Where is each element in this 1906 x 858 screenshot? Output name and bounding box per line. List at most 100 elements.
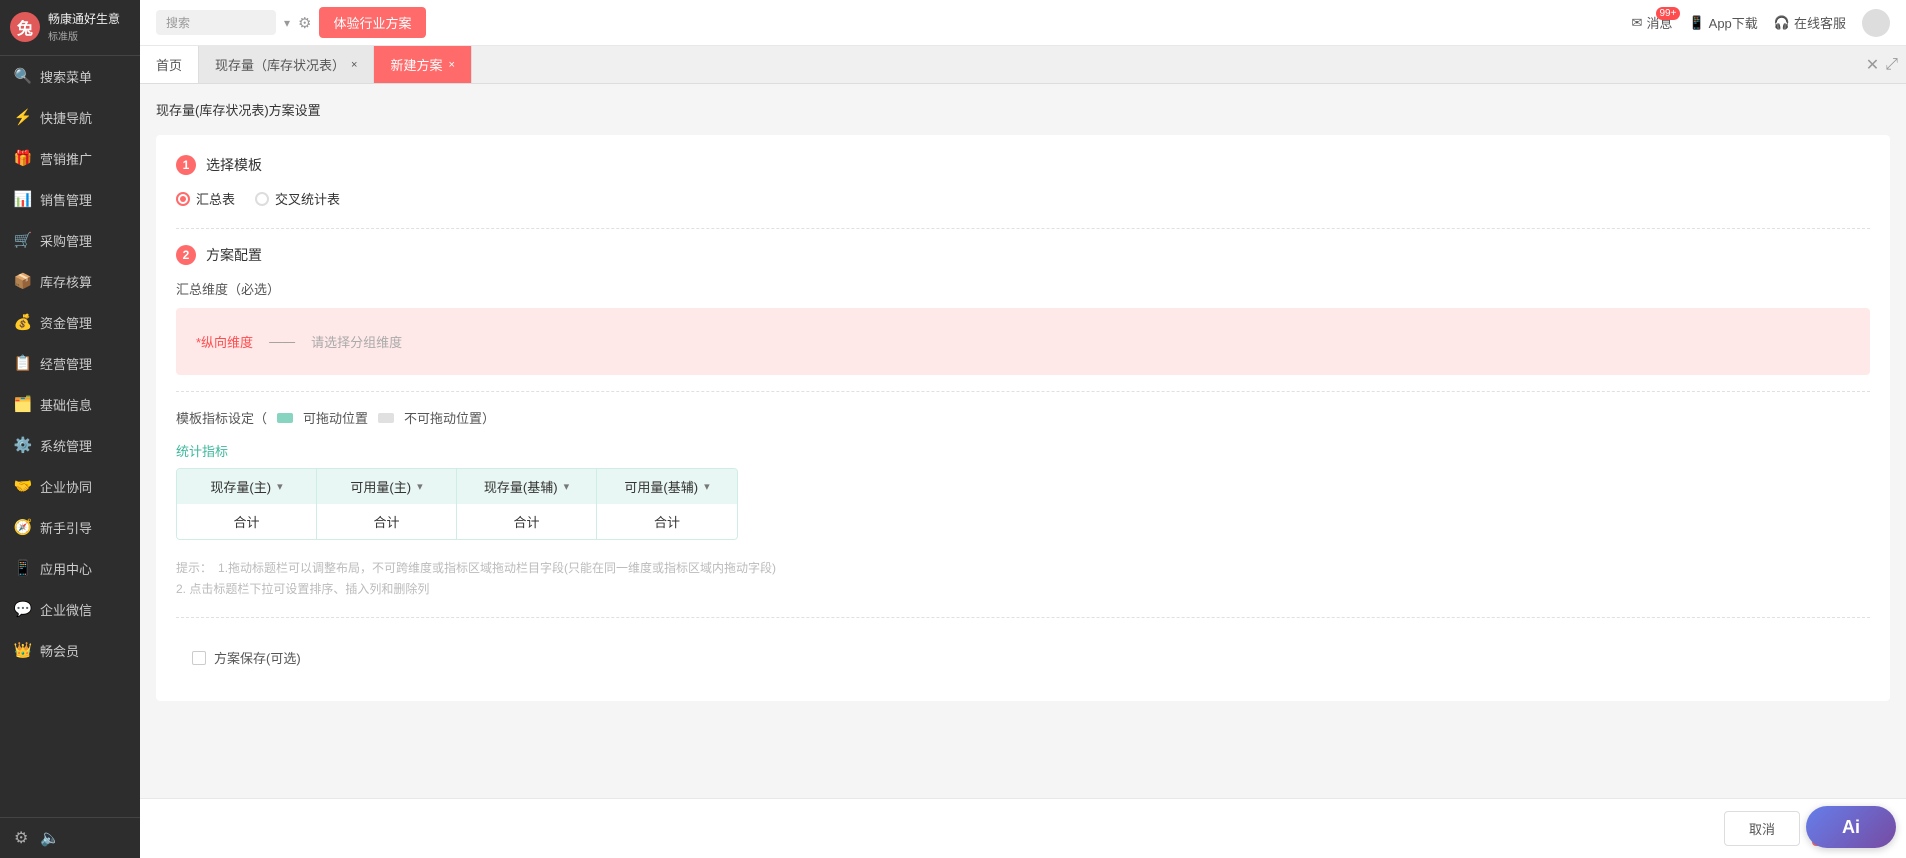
sales-icon: 📊	[14, 190, 32, 208]
sidebar-item-inventory[interactable]: 📦 库存核算	[0, 261, 140, 302]
page-title: 现存量(库存状况表)方案设置	[156, 100, 1890, 119]
finance-icon: 💰	[14, 313, 32, 331]
sidebar-item-label: 经营管理	[40, 354, 92, 373]
sidebar-item-label: 资金管理	[40, 313, 92, 332]
option-cross[interactable]: 交叉统计表	[255, 189, 340, 208]
sidebar-item-app-center[interactable]: 📱 应用中心	[0, 548, 140, 589]
ai-bubble[interactable]: Ai	[1806, 806, 1896, 848]
contract-icon: 🤝	[14, 477, 32, 495]
sidebar-item-label: 畅会员	[40, 641, 79, 660]
hint-section: 提示： 1.拖动标题栏可以调整布局，不可跨维度或指标区域拖动栏目字段(只能在同一…	[176, 559, 1870, 597]
header-search: 搜索	[156, 10, 276, 35]
header-gear-icon[interactable]: ⚙	[298, 14, 311, 32]
tabs-expand-button[interactable]: ⤢	[1885, 56, 1898, 74]
sidebar-nav: 🔍 搜索菜单 ⚡ 快捷导航 🎁 营销推广 📊 销售管理 🛒 采购管理 📦 库存核…	[0, 56, 140, 817]
stats-col-3: 现存量(基辅) ▾	[457, 469, 597, 504]
sidebar-item-search[interactable]: 🔍 搜索菜单	[0, 56, 140, 97]
try-plan-button[interactable]: 体验行业方案	[319, 7, 425, 38]
app-center-icon: 📱	[14, 559, 32, 577]
sidebar-item-label: 库存核算	[40, 272, 92, 291]
dimension-label: 汇总维度（必选）	[176, 279, 1870, 298]
stats-col-3-label: 现存量(基辅)	[484, 477, 558, 496]
sidebar-item-label: 新手引导	[40, 518, 92, 537]
sidebar-item-purchase[interactable]: 🛒 采购管理	[0, 220, 140, 261]
dimension-required-text: *纵向维度	[196, 335, 253, 350]
app-name: 畅康通好生意	[48, 12, 120, 28]
radio-cross-dot	[255, 192, 269, 206]
new-guide-icon: 🧭	[14, 518, 32, 536]
stats-col-1-chevron[interactable]: ▾	[277, 480, 283, 493]
save-option-checkbox[interactable]	[192, 651, 206, 665]
sidebar-item-label: 企业微信	[40, 600, 92, 619]
hint-text-1: 1.拖动标题栏可以调整布局，不可跨维度或指标区域拖动栏目字段(只能在同一维度或指…	[218, 559, 776, 576]
stats-table-header: 现存量(主) ▾ 可用量(主) ▾ 现存量(基辅) ▾ 可用量(基辅)	[177, 469, 737, 504]
stats-col-3-chevron[interactable]: ▾	[564, 480, 570, 493]
tab-new-plan[interactable]: 新建方案 ×	[374, 46, 471, 83]
sidebar-item-finance[interactable]: 💰 资金管理	[0, 302, 140, 343]
sidebar-item-quick-nav[interactable]: ⚡ 快捷导航	[0, 97, 140, 138]
app-download-button[interactable]: 📱 App下载	[1688, 13, 1757, 32]
indicator-row: 模板指标设定（ 可拖动位置 不可拖动位置）	[176, 408, 1870, 427]
sidebar-item-marketing[interactable]: 🎁 营销推广	[0, 138, 140, 179]
sidebar-item-member[interactable]: 👑 畅会员	[0, 630, 140, 671]
sidebar-item-label: 系统管理	[40, 436, 92, 455]
search-icon: 🔍	[14, 67, 32, 85]
stats-cell-4: 合计	[597, 504, 737, 539]
sidebar-item-basic-info[interactable]: 🗂️ 基础信息	[0, 384, 140, 425]
non-draggable-label: 不可拖动位置）	[404, 408, 495, 427]
hint-num-1: 提示：	[176, 559, 212, 576]
sidebar-item-new-guide[interactable]: 🧭 新手引导	[0, 507, 140, 548]
divider1	[176, 228, 1870, 229]
tab-new-plan-close[interactable]: ×	[448, 59, 454, 71]
step1-title: 选择模板	[206, 155, 262, 175]
sidebar-item-wechat[interactable]: 💬 企业微信	[0, 589, 140, 630]
sidebar-item-label: 快捷导航	[40, 108, 92, 127]
marketing-icon: 🎁	[14, 149, 32, 167]
sidebar-item-business[interactable]: 📋 经营管理	[0, 343, 140, 384]
option-summary[interactable]: 汇总表	[176, 189, 235, 208]
tab-inventory-status-close[interactable]: ×	[351, 59, 357, 71]
online-service-button[interactable]: 🎧 在线客服	[1774, 13, 1846, 32]
stats-col-2-chevron[interactable]: ▾	[417, 480, 423, 493]
app-badge: 标准版	[48, 28, 120, 43]
divider3	[176, 617, 1870, 618]
hint-row-2: 2. 点击标题栏下拉可设置排序、插入列和删除列	[176, 580, 1870, 597]
tab-home-label: 首页	[156, 55, 182, 74]
settings-icon[interactable]: ⚙	[14, 828, 28, 848]
stats-table: 现存量(主) ▾ 可用量(主) ▾ 现存量(基辅) ▾ 可用量(基辅)	[176, 468, 738, 540]
sidebar-item-sales[interactable]: 📊 销售管理	[0, 179, 140, 220]
main-wrapper: 搜索 ▾ ⚙ 体验行业方案 ✉ 消息 99+ 📱 App下载 🎧 在线客服	[140, 0, 1906, 858]
quick-nav-icon: ⚡	[14, 108, 32, 126]
content-area: 现存量(库存状况表)方案设置 1 选择模板 汇总表 交叉统计表	[140, 84, 1906, 798]
tabs-close-button[interactable]: ✕	[1866, 55, 1879, 75]
settings-panel: 1 选择模板 汇总表 交叉统计表 2	[156, 135, 1890, 701]
sidebar-item-contract[interactable]: 🤝 企业协同	[0, 466, 140, 507]
draggable-label: 可拖动位置	[303, 408, 368, 427]
sidebar-item-system[interactable]: ⚙️ 系统管理	[0, 425, 140, 466]
top-header: 搜索 ▾ ⚙ 体验行业方案 ✉ 消息 99+ 📱 App下载 🎧 在线客服	[140, 0, 1906, 46]
member-icon: 👑	[14, 641, 32, 659]
sidebar-item-label: 企业协同	[40, 477, 92, 496]
indicator-label-text: 模板指标设定（	[176, 408, 267, 427]
header-dropdown-icon[interactable]: ▾	[284, 16, 290, 30]
template-options: 汇总表 交叉统计表	[176, 189, 1870, 208]
dimension-dash: ——	[269, 334, 295, 349]
sound-icon[interactable]: 🔈	[40, 828, 60, 848]
sidebar-item-label: 应用中心	[40, 559, 92, 578]
sidebar-logo: 兔 畅康通好生意 标准版	[0, 0, 140, 56]
cancel-button[interactable]: 取消	[1724, 811, 1800, 846]
sidebar-item-label: 基础信息	[40, 395, 92, 414]
online-service-label: 在线客服	[1794, 13, 1846, 32]
stats-cell-3: 合计	[457, 504, 597, 539]
stats-col-2-label: 可用量(主)	[350, 477, 411, 496]
stats-col-4-chevron[interactable]: ▾	[704, 480, 710, 493]
user-avatar[interactable]	[1862, 9, 1890, 37]
message-badge: 99+	[1656, 7, 1681, 20]
tabs-bar: 首页 现存量（库存状况表） × 新建方案 × ✕ ⤢	[140, 46, 1906, 84]
message-button[interactable]: ✉ 消息 99+	[1632, 13, 1673, 32]
step1-badge: 1	[176, 155, 196, 175]
step2-section: 2 方案配置 汇总维度（必选） *纵向维度 —— 请选择分组维度 模板指标设定（	[176, 245, 1870, 597]
dimension-placeholder: 请选择分组维度	[311, 332, 402, 351]
tab-inventory-status[interactable]: 现存量（库存状况表） ×	[199, 46, 374, 83]
tab-home[interactable]: 首页	[140, 46, 199, 83]
